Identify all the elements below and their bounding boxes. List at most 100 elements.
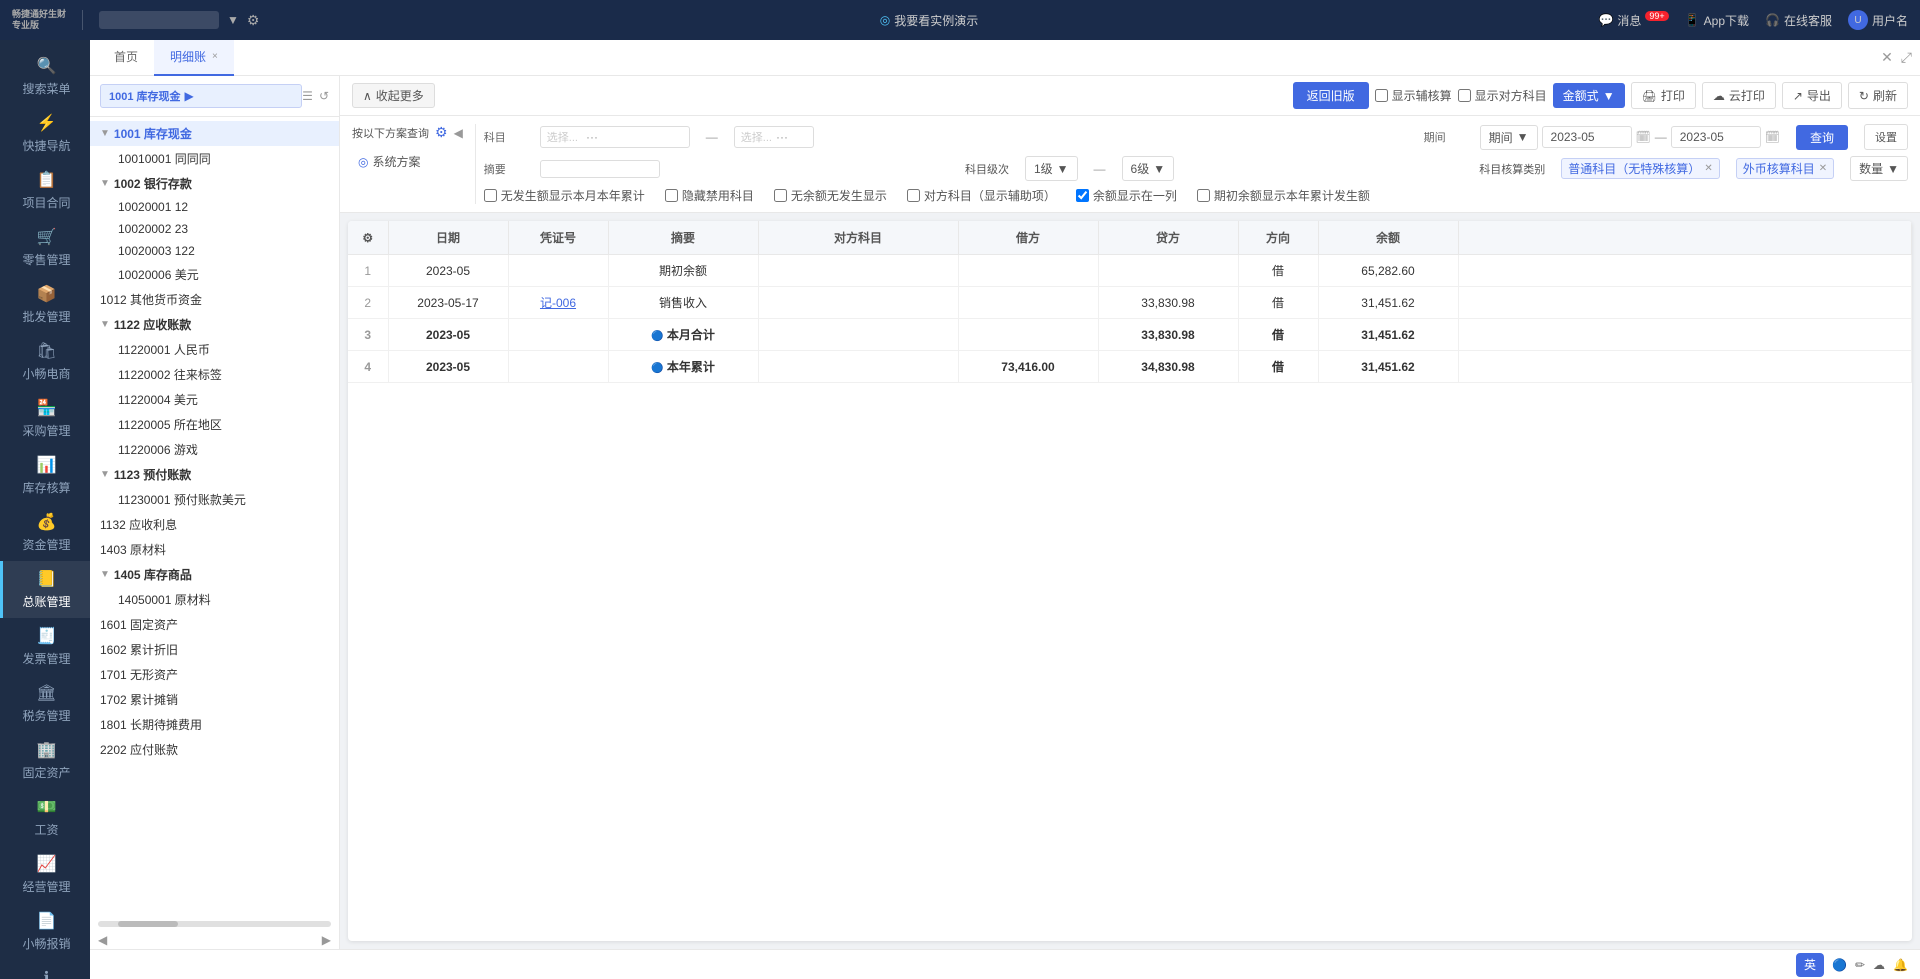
checkbox-opening-input[interactable] <box>1197 189 1210 202</box>
period-end-input[interactable]: 2023-05 <box>1671 126 1761 148</box>
sidebar-item-assets[interactable]: 🏢 固定资产 <box>0 732 90 789</box>
checkbox-no-amount[interactable]: 无余额无发生显示 <box>774 187 887 204</box>
tree-node-1122[interactable]: ▼ 1122 应收账款 <box>90 312 339 337</box>
table-settings-icon[interactable]: ⚙ <box>362 231 373 245</box>
tree-node-11220004[interactable]: 11220004 美元 <box>90 387 339 412</box>
tree-node-11220002[interactable]: 11220002 往来标签 <box>90 362 339 387</box>
checkbox-opening[interactable]: 期初余额显示本年累计发生额 <box>1197 187 1370 204</box>
checkbox-opposite[interactable]: 对方科目（显示辅助项） <box>907 187 1056 204</box>
sidebar-item-expense[interactable]: 📄 小畅报销 <box>0 903 90 960</box>
sidebar-item-project[interactable]: 📋 项目合同 <box>0 162 90 219</box>
tree-node-1602[interactable]: 1602 累计折旧 <box>90 637 339 662</box>
tab-detail[interactable]: 明细账 × <box>154 40 234 76</box>
level-start-select[interactable]: 1级 ▼ <box>1025 156 1078 181</box>
scroll-right-icon[interactable]: ▶ <box>322 933 331 947</box>
tree-node-2202[interactable]: 2202 应付账款 <box>90 737 339 762</box>
tree-node-11220006[interactable]: 11220006 游戏 <box>90 437 339 462</box>
scroll-left-icon[interactable]: ◀ <box>98 933 107 947</box>
tree-refresh-icon[interactable]: ↺ <box>319 89 329 103</box>
lang-switch-btn[interactable]: 英 <box>1796 953 1824 977</box>
sidebar-item-management[interactable]: 📈 经营管理 <box>0 846 90 903</box>
type-tag-close-icon[interactable]: ✕ <box>1704 163 1712 174</box>
window-close-icon[interactable]: ✕ <box>1881 49 1893 66</box>
tree-node-1012[interactable]: 1012 其他货币资金 <box>90 287 339 312</box>
sidebar-item-payroll[interactable]: 💵 工资 <box>0 789 90 846</box>
status-icon-1[interactable]: 🔵 <box>1832 958 1847 972</box>
sidebar-item-tax[interactable]: 🏛 税务管理 <box>0 675 90 732</box>
tree-node-10020006[interactable]: 10020006 美元 <box>90 262 339 287</box>
amount-format-btn[interactable]: 金额式 ▼ <box>1553 83 1625 108</box>
type-filter-tag[interactable]: 普通科目（无特殊核算） ✕ <box>1561 158 1719 179</box>
tree-node-1002[interactable]: ▼ 1002 银行存款 <box>90 171 339 196</box>
topbar-demo[interactable]: ◎ 我要看实例演示 <box>880 12 979 29</box>
window-expand-icon[interactable]: ⤢ <box>1901 49 1912 66</box>
show-opposite-checkbox[interactable]: 显示对方科目 <box>1458 87 1547 104</box>
checkbox-no-balance-input[interactable] <box>484 189 497 202</box>
foreign-filter-tag[interactable]: 外币核算科目 ✕ <box>1736 158 1834 179</box>
sidebar-item-wholesale[interactable]: 📦 批发管理 <box>0 276 90 333</box>
scheme-settings-icon[interactable]: ⚙ <box>435 124 448 141</box>
checkbox-hide-disabled-input[interactable] <box>665 189 678 202</box>
tree-node-11220001[interactable]: 11220001 人民币 <box>90 337 339 362</box>
tree-node-1702[interactable]: 1702 累计摊销 <box>90 687 339 712</box>
subject-input-wrapper[interactable]: 选择... ··· <box>540 126 690 148</box>
tab-close-icon[interactable]: × <box>212 51 218 62</box>
checkbox-no-amount-input[interactable] <box>774 189 787 202</box>
checkbox-balance-col-input[interactable] <box>1076 189 1089 202</box>
tree-scrollbar[interactable] <box>98 921 331 927</box>
tree-node-14050001[interactable]: 14050001 原材料 <box>90 587 339 612</box>
sidebar-item-inventory[interactable]: 📊 库存核算 <box>0 447 90 504</box>
show-check-input[interactable] <box>1375 89 1388 102</box>
back-old-btn[interactable]: 返回旧版 <box>1293 82 1369 109</box>
top-search-input[interactable] <box>99 11 219 29</box>
sidebar-item-nav[interactable]: ⚡ 快捷导航 <box>0 105 90 162</box>
refresh-btn[interactable]: ↻ 刷新 <box>1848 82 1908 109</box>
tree-node-1001[interactable]: ▼ 1001 库存现金 <box>90 121 339 146</box>
tree-node-1132[interactable]: 1132 应收利息 <box>90 512 339 537</box>
tree-node-10010001[interactable]: 10010001 同同同 <box>90 146 339 171</box>
current-account-selector[interactable]: 1001 库存现金 ▶ <box>100 84 302 108</box>
app-download-item[interactable]: 📱 App下载 <box>1685 12 1749 29</box>
sidebar-item-ledger[interactable]: 📒 总账管理 <box>0 561 90 618</box>
checkbox-opposite-input[interactable] <box>907 189 920 202</box>
sidebar-item-invoice[interactable]: 🧾 发票管理 <box>0 618 90 675</box>
tab-home[interactable]: 首页 <box>98 40 154 76</box>
top-search-dropdown[interactable]: ▼ <box>227 13 239 27</box>
print-btn[interactable]: 🖨 打印 <box>1631 82 1696 109</box>
cell-voucher-1[interactable]: 记-006 <box>508 287 608 319</box>
voucher-link-1[interactable]: 记-006 <box>540 296 576 310</box>
tree-node-1701[interactable]: 1701 无形资产 <box>90 662 339 687</box>
tree-node-10020001[interactable]: 10020001 12 <box>90 196 339 218</box>
level-end-select[interactable]: 6级 ▼ <box>1122 156 1175 181</box>
user-item[interactable]: U 用户名 <box>1848 10 1908 30</box>
sidebar-item-finance[interactable]: 💰 资金管理 <box>0 504 90 561</box>
export-btn[interactable]: ↗ 导出 <box>1782 82 1842 109</box>
summary-input[interactable] <box>540 160 660 178</box>
tree-node-11220005[interactable]: 11220005 所在地区 <box>90 412 339 437</box>
quantity-select[interactable]: 数量 ▼ <box>1850 156 1908 181</box>
sidebar-item-purchase[interactable]: 🏪 采购管理 <box>0 390 90 447</box>
sidebar-item-retail[interactable]: 🛒 零售管理 <box>0 219 90 276</box>
tree-node-1801[interactable]: 1801 长期待摊费用 <box>90 712 339 737</box>
message-item[interactable]: 💬 消息 99+ <box>1598 12 1668 29</box>
checkbox-no-balance[interactable]: 无发生额显示本月本年累计 <box>484 187 645 204</box>
cloud-print-btn[interactable]: ☁ 云打印 <box>1702 82 1776 109</box>
foreign-tag-close-icon[interactable]: ✕ <box>1819 163 1827 174</box>
top-settings-icon[interactable]: ⚙ <box>247 12 260 29</box>
sidebar-item-search[interactable]: 🔍 搜索菜单 <box>0 48 90 105</box>
tree-node-1123[interactable]: ▼ 1123 预付账款 <box>90 462 339 487</box>
setting-btn[interactable]: 设置 <box>1864 124 1908 150</box>
period-type-select[interactable]: 期间 ▼ <box>1480 125 1538 150</box>
show-opposite-input[interactable] <box>1458 89 1471 102</box>
sidebar-item-basic[interactable]: ℹ 基础信息 <box>0 960 90 979</box>
tree-node-1403[interactable]: 1403 原材料 <box>90 537 339 562</box>
checkbox-hide-disabled[interactable]: 隐藏禁用科目 <box>665 187 754 204</box>
expand-more-btn[interactable]: ∧ 收起更多 <box>352 83 435 108</box>
query-btn[interactable]: 查询 <box>1796 125 1848 150</box>
checkbox-balance-col[interactable]: 余额显示在一列 <box>1076 187 1177 204</box>
status-edit-icon[interactable]: ✏ <box>1855 958 1865 972</box>
online-service-item[interactable]: 🎧 在线客服 <box>1765 12 1832 29</box>
sidebar-item-ecommerce[interactable]: 🛍 小畅电商 <box>0 333 90 390</box>
show-check-checkbox[interactable]: 显示辅核算 <box>1375 87 1452 104</box>
tree-node-1405[interactable]: ▼ 1405 库存商品 <box>90 562 339 587</box>
